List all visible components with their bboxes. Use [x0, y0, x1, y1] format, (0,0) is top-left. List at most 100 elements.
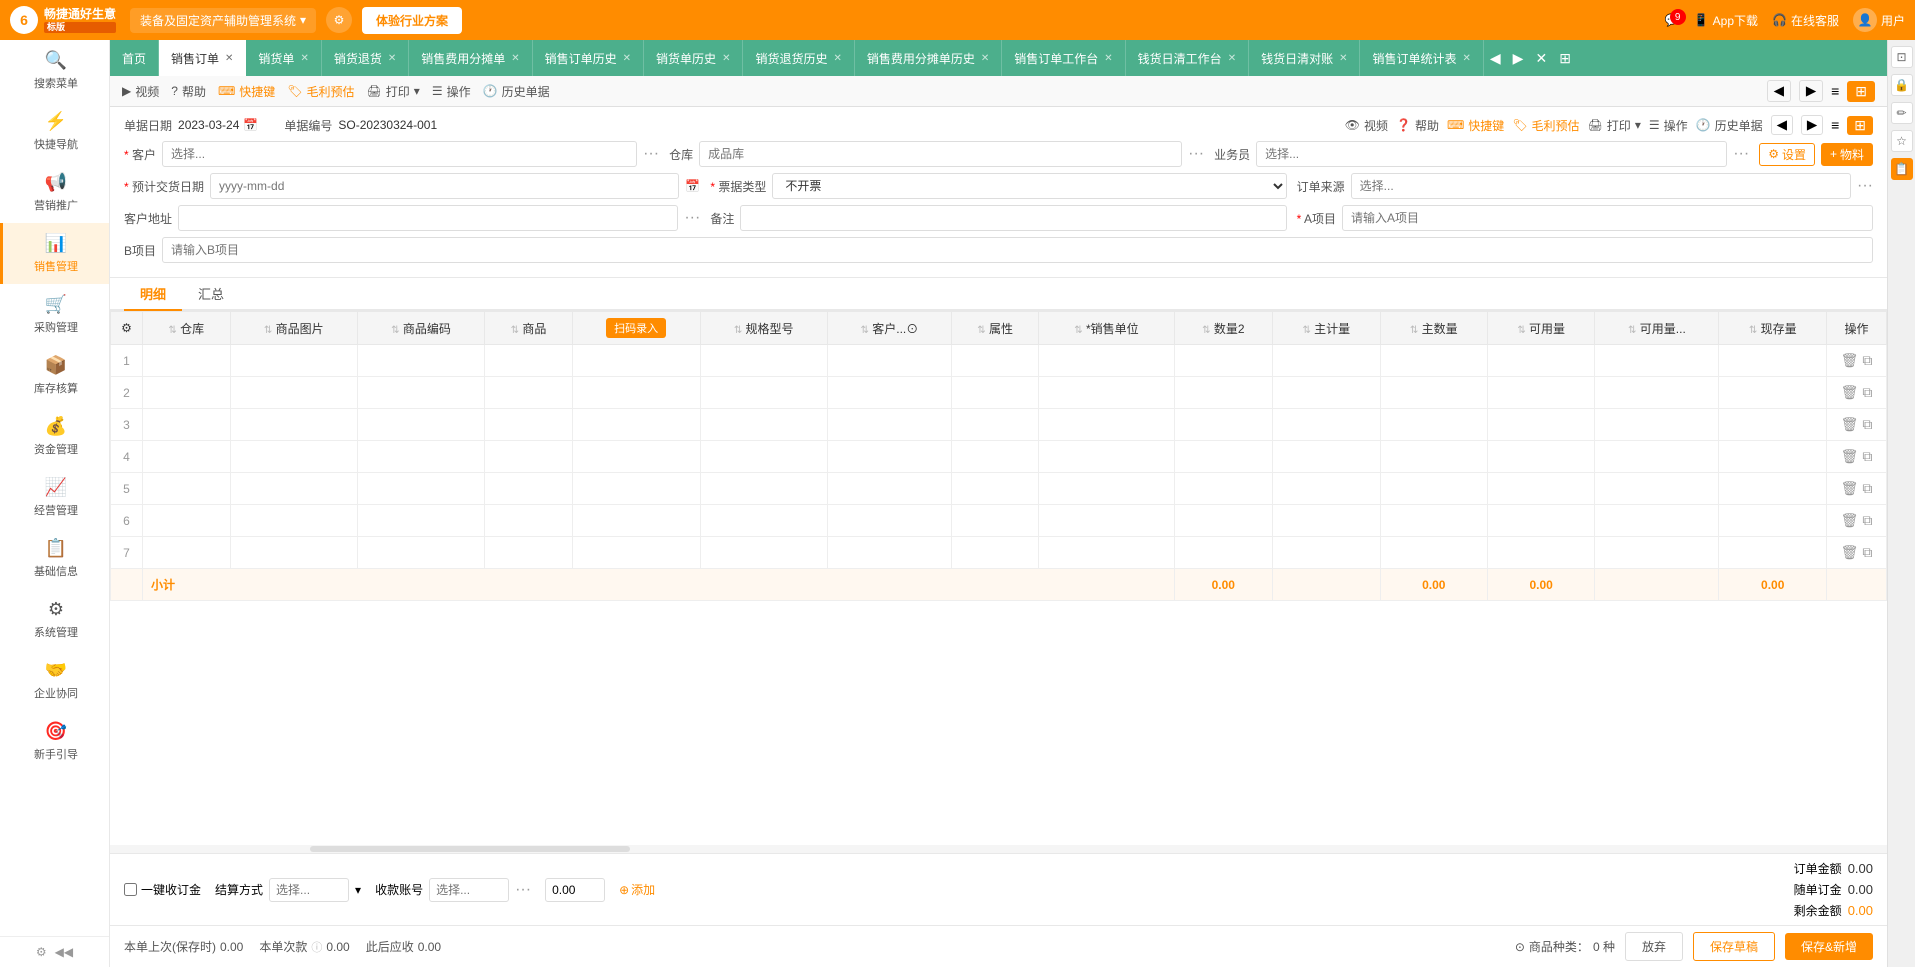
sidebar-item-basic-info[interactable]: 📋 基础信息 — [0, 528, 109, 589]
sidebar-item-navigation[interactable]: ⚡ 快捷导航 — [0, 101, 109, 162]
row-product[interactable] — [485, 377, 573, 409]
th-customer[interactable]: ⇅ 客户...⊙ — [827, 312, 951, 345]
row-available2[interactable] — [1595, 505, 1719, 537]
th-main-unit[interactable]: ⇅ 主计量 — [1273, 312, 1380, 345]
row-code[interactable] — [357, 377, 484, 409]
toolbar-profit[interactable]: 🏷 毛利预估 — [287, 83, 354, 100]
row-unit[interactable] — [1039, 377, 1174, 409]
form-list-icon[interactable]: ≡ — [1831, 117, 1839, 133]
row-warehouse[interactable] — [143, 441, 231, 473]
copy-icon[interactable]: ⧉ — [1862, 512, 1872, 529]
delete-icon[interactable]: 🗑 — [1841, 352, 1859, 369]
row-code[interactable] — [357, 345, 484, 377]
row-unit[interactable] — [1039, 473, 1174, 505]
row-main-unit[interactable] — [1273, 473, 1380, 505]
row-main-unit[interactable] — [1273, 409, 1380, 441]
row-image[interactable] — [230, 345, 357, 377]
sidebar-item-sales[interactable]: 📊 销售管理 — [0, 223, 109, 284]
toolbar-next-btn[interactable]: ▶ — [1799, 80, 1823, 102]
warehouse-input[interactable] — [699, 141, 1182, 167]
row-attr[interactable] — [951, 409, 1039, 441]
address-input[interactable] — [178, 205, 678, 231]
th-qty2[interactable]: ⇅ 数量2 — [1174, 312, 1273, 345]
operate-area[interactable]: ☰ 操作 — [1649, 117, 1688, 134]
customer-input[interactable] — [162, 141, 637, 167]
delete-icon[interactable]: 🗑 — [1841, 512, 1859, 529]
form-prev-btn[interactable]: ◀ — [1771, 115, 1793, 135]
row-main-qty[interactable] — [1380, 377, 1487, 409]
deposit-amount-input[interactable] — [545, 878, 605, 902]
toolbar-add-icon[interactable]: ⊞ — [1847, 81, 1875, 102]
settings-gear-icon[interactable]: ⚙ — [326, 7, 352, 33]
user-area[interactable]: 👤 用户 — [1853, 8, 1905, 32]
row-qty2[interactable] — [1174, 409, 1273, 441]
industry-button[interactable]: 体验行业方案 — [362, 7, 462, 34]
row-available[interactable] — [1487, 377, 1594, 409]
one-click-checkbox[interactable] — [124, 883, 137, 896]
add-material-btn[interactable]: + 物料 — [1821, 143, 1873, 166]
copy-icon[interactable]: ⧉ — [1862, 384, 1872, 401]
sidebar-item-marketing[interactable]: 📢 营销推广 — [0, 162, 109, 223]
row-customer[interactable] — [827, 537, 951, 569]
tab-sales-order-history[interactable]: 销售订单历史 ✕ — [533, 40, 644, 76]
row-image[interactable] — [230, 505, 357, 537]
tab-close-icon[interactable]: ✕ — [511, 53, 519, 64]
tab-grid-btn[interactable]: ⊞ — [1553, 50, 1577, 67]
order-source-dots-icon[interactable]: ··· — [1857, 177, 1873, 195]
row-image[interactable] — [230, 473, 357, 505]
right-panel-icon-2[interactable]: 🔒 — [1891, 74, 1913, 96]
row-qty2[interactable] — [1174, 377, 1273, 409]
sidebar-item-inventory[interactable]: 📦 库存核算 — [0, 345, 109, 406]
customer-dots-icon[interactable]: ··· — [643, 145, 659, 163]
tab-close-all-btn[interactable]: ✕ — [1529, 50, 1553, 67]
row-available[interactable] — [1487, 505, 1594, 537]
message-icon-area[interactable]: 💬 9 — [1665, 13, 1680, 27]
row-spec[interactable] — [700, 441, 827, 473]
row-warehouse[interactable] — [143, 345, 231, 377]
tab-sales-order[interactable]: 销售订单 ✕ — [159, 40, 246, 76]
tab-close-icon[interactable]: ✕ — [833, 53, 841, 64]
row-image[interactable] — [230, 441, 357, 473]
row-customer[interactable] — [827, 441, 951, 473]
tab-close-icon[interactable]: ✕ — [1228, 53, 1236, 64]
row-attr[interactable] — [951, 377, 1039, 409]
th-unit[interactable]: ⇅ *销售单位 — [1039, 312, 1174, 345]
save-draft-btn[interactable]: 保存草稿 — [1693, 932, 1775, 961]
row-spec[interactable] — [700, 505, 827, 537]
form-next-btn[interactable]: ▶ — [1801, 115, 1823, 135]
row-warehouse[interactable] — [143, 537, 231, 569]
row-main-unit[interactable] — [1273, 505, 1380, 537]
row-main-qty[interactable] — [1380, 345, 1487, 377]
staff-dots-icon[interactable]: ··· — [1733, 145, 1749, 163]
tab-close-icon[interactable]: ✕ — [1339, 53, 1347, 64]
row-image[interactable] — [230, 537, 357, 569]
toolbar-view[interactable]: ▶ 视频 — [122, 83, 159, 100]
right-panel-icon-3[interactable]: ✏ — [1891, 102, 1913, 124]
row-unit[interactable] — [1039, 537, 1174, 569]
sidebar-settings-icon[interactable]: ⚙ — [36, 945, 47, 959]
toolbar-print[interactable]: 🖨 打印 ▾ — [367, 83, 420, 100]
row-warehouse[interactable] — [143, 409, 231, 441]
th-warehouse[interactable]: ⇅ 仓库 — [143, 312, 231, 345]
row-customer[interactable] — [827, 345, 951, 377]
row-available[interactable] — [1487, 473, 1594, 505]
row-code[interactable] — [357, 441, 484, 473]
row-customer[interactable] — [827, 409, 951, 441]
row-available2[interactable] — [1595, 409, 1719, 441]
tab-sales-return[interactable]: 销货退货 ✕ — [322, 40, 409, 76]
form-add-icon[interactable]: ⊞ — [1847, 116, 1873, 135]
right-panel-icon-1[interactable]: ⊡ — [1891, 46, 1913, 68]
b-project-input[interactable] — [162, 237, 1873, 263]
row-unit[interactable] — [1039, 441, 1174, 473]
row-available2[interactable] — [1595, 345, 1719, 377]
delete-icon[interactable]: 🗑 — [1841, 416, 1859, 433]
row-product[interactable] — [485, 409, 573, 441]
delivery-calendar-icon[interactable]: 📅 — [685, 179, 700, 193]
row-qty2[interactable] — [1174, 537, 1273, 569]
row-stock[interactable] — [1719, 537, 1827, 569]
row-available2[interactable] — [1595, 377, 1719, 409]
tab-close-icon[interactable]: ✕ — [1463, 53, 1471, 64]
row-customer[interactable] — [827, 377, 951, 409]
system-title[interactable]: 装备及固定资产辅助管理系统 ▾ — [130, 8, 316, 33]
tab-summary[interactable]: 汇总 — [182, 278, 240, 311]
